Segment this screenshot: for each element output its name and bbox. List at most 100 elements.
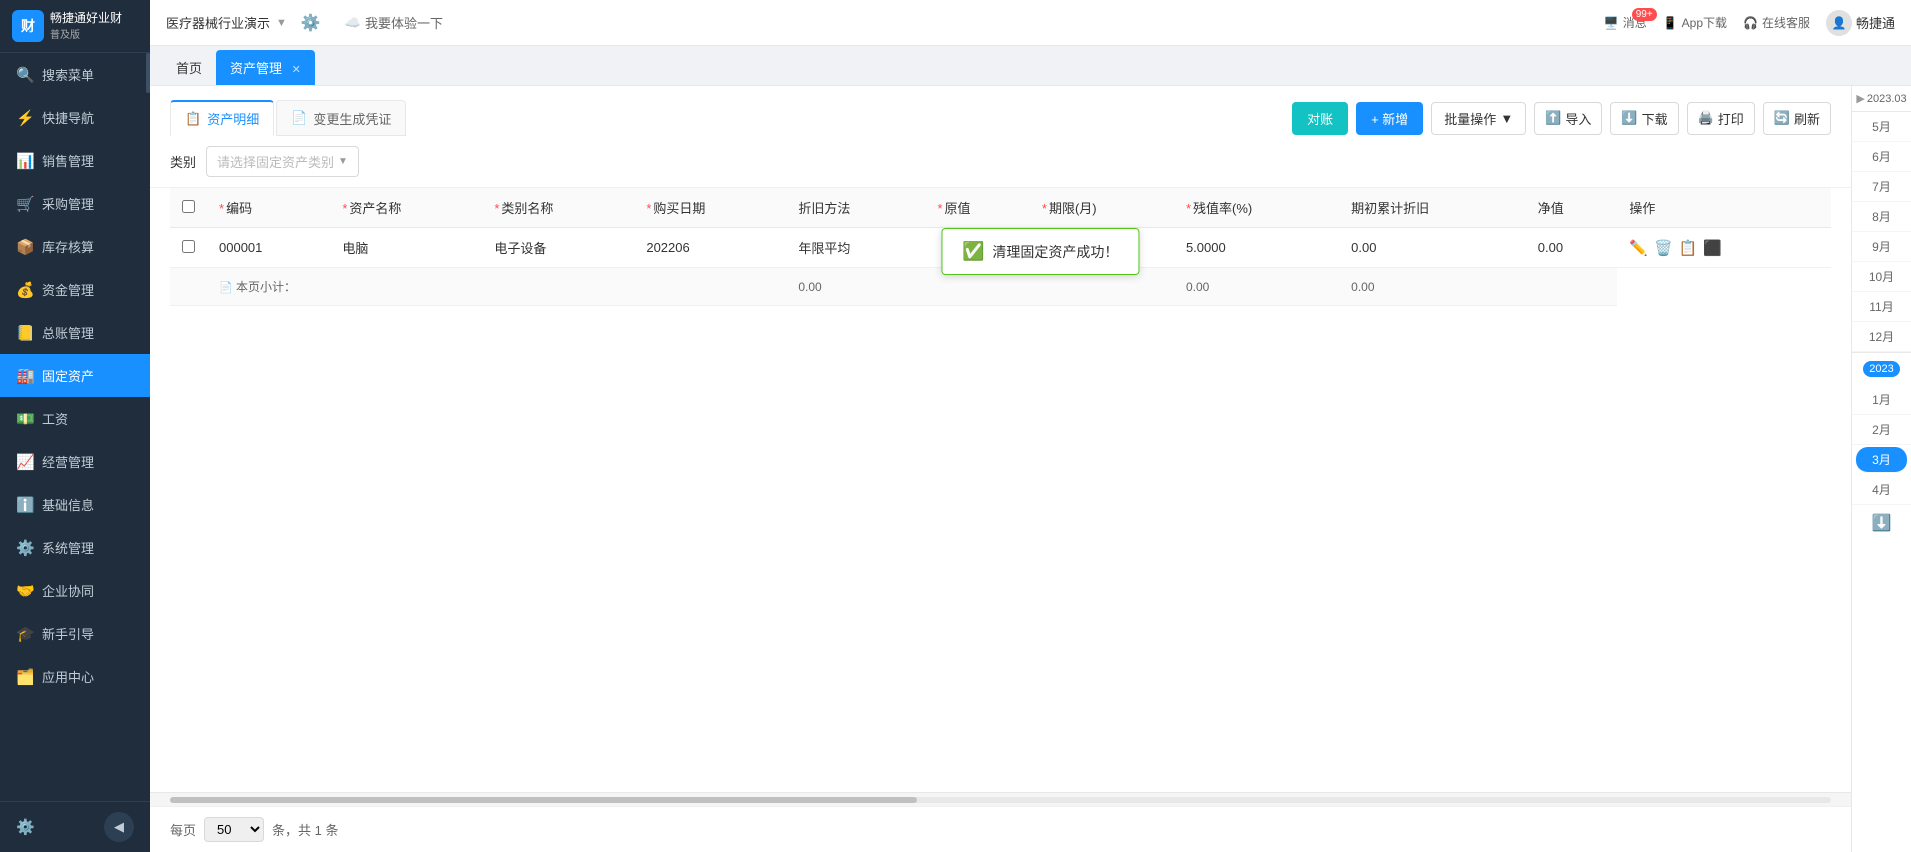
- timeline-month-apr[interactable]: 4月: [1852, 475, 1911, 505]
- lightning-icon: ⚡: [16, 109, 34, 127]
- print-button[interactable]: 🖨️ 打印: [1687, 102, 1755, 135]
- timeline-month-12[interactable]: 12月: [1852, 322, 1911, 352]
- more-icon[interactable]: ⬛: [1703, 239, 1722, 257]
- sidebar-item-label: 总账管理: [42, 323, 94, 342]
- th-accumulated-depreciation: 期初累计折旧: [1339, 188, 1526, 228]
- batch-ops-label: 批量操作: [1444, 109, 1496, 128]
- sidebar-item-label: 固定资产: [42, 366, 94, 385]
- row-accumulated-depreciation: 0.00: [1339, 228, 1526, 268]
- timeline-month-5[interactable]: 5月: [1852, 112, 1911, 142]
- subtab-change-voucher[interactable]: 📄 变更生成凭证: [276, 100, 406, 136]
- timeline-month-jan[interactable]: 1月: [1852, 385, 1911, 415]
- payroll-icon: 💵: [16, 410, 34, 428]
- sidebar-item-ledger[interactable]: 📒 总账管理: [0, 311, 150, 354]
- sidebar-bottom: ⚙️ ◀: [0, 801, 150, 852]
- reconcile-label: 对账: [1307, 109, 1333, 128]
- sidebar-item-management[interactable]: 📈 经营管理: [0, 440, 150, 483]
- ledger-icon: 📒: [16, 324, 34, 342]
- timeline-year-badge: 2023: [1863, 361, 1899, 377]
- timeline-collapse-icon[interactable]: ▶: [1856, 92, 1864, 105]
- print-icon: 🖨️: [1698, 110, 1714, 126]
- sidebar-item-basic-info[interactable]: ℹ️ 基础信息: [0, 483, 150, 526]
- sidebar-item-label: 新手引导: [42, 624, 94, 643]
- per-page-select[interactable]: 50 100 200: [204, 817, 264, 842]
- download-button[interactable]: ⬇️ 下载: [1610, 102, 1678, 135]
- batch-ops-button[interactable]: 批量操作 ▼: [1431, 102, 1526, 135]
- logo-icon: 财: [12, 10, 44, 42]
- sidebar: 财 畅捷通好业财 普及版 🔍 搜索菜单 ⚡ 快捷导航 📊 销售管理 🛒 采购管理…: [0, 0, 150, 852]
- sidebar-item-purchase[interactable]: 🛒 采购管理: [0, 182, 150, 225]
- add-new-button[interactable]: + 新增: [1356, 102, 1423, 135]
- timeline-month-9[interactable]: 9月: [1852, 232, 1911, 262]
- th-code: *编码: [207, 188, 330, 228]
- collab-icon: 🤝: [16, 582, 34, 600]
- content-area: 📋 资产明细 📄 变更生成凭证 对账 + 新增: [150, 86, 1911, 852]
- sidebar-item-finance[interactable]: 💰 资金管理: [0, 268, 150, 311]
- timeline-month-mar-current[interactable]: 3月: [1856, 447, 1907, 473]
- sidebar-collapse-button[interactable]: ◀: [104, 812, 134, 842]
- print-label: 打印: [1718, 109, 1744, 128]
- sidebar-item-collab[interactable]: 🤝 企业协同: [0, 569, 150, 612]
- timeline-month-7[interactable]: 7月: [1852, 172, 1911, 202]
- sidebar-item-label: 基础信息: [42, 495, 94, 514]
- subtab-asset-detail[interactable]: 📋 资产明细: [170, 100, 274, 136]
- subtotal-net: 0.00: [1339, 268, 1526, 306]
- scrollbar-thumb[interactable]: [170, 797, 917, 803]
- row-checkbox[interactable]: [182, 240, 195, 253]
- sidebar-item-guide[interactable]: 🎓 新手引导: [0, 612, 150, 655]
- app-download-label: App下载: [1682, 14, 1727, 31]
- experience-button[interactable]: ☁️ 我要体验一下: [345, 13, 443, 32]
- asset-detail-icon: 📋: [185, 111, 201, 127]
- company-selector[interactable]: 医疗器械行业演示 ▼: [166, 13, 287, 32]
- horizontal-scrollbar[interactable]: [150, 792, 1851, 806]
- timeline-month-10[interactable]: 10月: [1852, 262, 1911, 292]
- timeline-month-8[interactable]: 8月: [1852, 202, 1911, 232]
- sidebar-item-system[interactable]: ⚙️ 系统管理: [0, 526, 150, 569]
- timeline-month-feb[interactable]: 2月: [1852, 415, 1911, 445]
- tab-home[interactable]: 首页: [166, 50, 212, 85]
- import-button[interactable]: ⬆️ 导入: [1534, 102, 1602, 135]
- toast-message: 清理固定资产成功！: [992, 242, 1118, 262]
- tab-close-icon[interactable]: ✕: [292, 64, 301, 76]
- app-download-button[interactable]: 📱 App下载: [1663, 14, 1727, 31]
- row-purchase-date: 202206: [634, 228, 786, 268]
- sidebar-item-fixed-assets[interactable]: 🏭 固定资产: [0, 354, 150, 397]
- subtab-asset-detail-label: 资产明细: [207, 109, 259, 128]
- sidebar-item-label: 应用中心: [42, 667, 94, 686]
- subtotal-label: 本页小计：: [236, 280, 296, 294]
- sidebar-item-app-center[interactable]: 🗂️ 应用中心: [0, 655, 150, 698]
- delete-icon[interactable]: 🗑️: [1654, 239, 1673, 257]
- category-filter-select[interactable]: 请选择固定资产类别 ▼: [206, 146, 359, 177]
- app-center-icon: 🗂️: [16, 668, 34, 686]
- reconcile-button[interactable]: 对账: [1292, 102, 1348, 135]
- table-header-row: *编码 *资产名称 *类别名称 *购买日期 折旧方法 *原值 *期限(月) *残…: [170, 188, 1831, 228]
- action-icons: ✏️ 🗑️ 📋 ⬛: [1629, 239, 1819, 257]
- sidebar-item-label: 系统管理: [42, 538, 94, 557]
- category-filter-arrow-icon: ▼: [338, 156, 348, 167]
- content-main: 📋 资产明细 📄 变更生成凭证 对账 + 新增: [150, 86, 1851, 852]
- timeline-year-section: 2023: [1852, 352, 1911, 385]
- sidebar-item-inventory[interactable]: 📦 库存核算: [0, 225, 150, 268]
- customer-service-button[interactable]: 🎧 在线客服: [1743, 14, 1810, 31]
- topbar-settings-icon[interactable]: ⚙️: [297, 9, 325, 37]
- user-name: 畅捷通: [1856, 13, 1895, 32]
- select-all-checkbox[interactable]: [182, 200, 195, 213]
- refresh-button[interactable]: 🔄 刷新: [1763, 102, 1831, 135]
- messages-button[interactable]: 🖥️ 消息 99+: [1604, 14, 1647, 31]
- settings-bottom-icon[interactable]: ⚙️: [16, 818, 35, 836]
- row-depreciation-method: 年限平均: [786, 228, 925, 268]
- sidebar-item-search[interactable]: 🔍 搜索菜单: [0, 53, 150, 96]
- tab-asset-management[interactable]: 资产管理 ✕: [216, 50, 315, 85]
- timeline-down-icon[interactable]: ⬇️: [1872, 513, 1892, 533]
- user-menu[interactable]: 👤 畅捷通: [1826, 10, 1895, 36]
- copy-icon[interactable]: 📋: [1679, 239, 1698, 257]
- sidebar-item-label: 销售管理: [42, 151, 94, 170]
- voucher-icon: 📄: [291, 110, 307, 126]
- sidebar-item-quicknav[interactable]: ⚡ 快捷导航: [0, 96, 150, 139]
- timeline-month-6[interactable]: 6月: [1852, 142, 1911, 172]
- timeline-month-11[interactable]: 11月: [1852, 292, 1911, 322]
- timeline-down-nav: ⬇️: [1852, 505, 1911, 541]
- sidebar-item-payroll[interactable]: 💵 工资: [0, 397, 150, 440]
- sidebar-item-sales[interactable]: 📊 销售管理: [0, 139, 150, 182]
- edit-icon[interactable]: ✏️: [1629, 239, 1648, 257]
